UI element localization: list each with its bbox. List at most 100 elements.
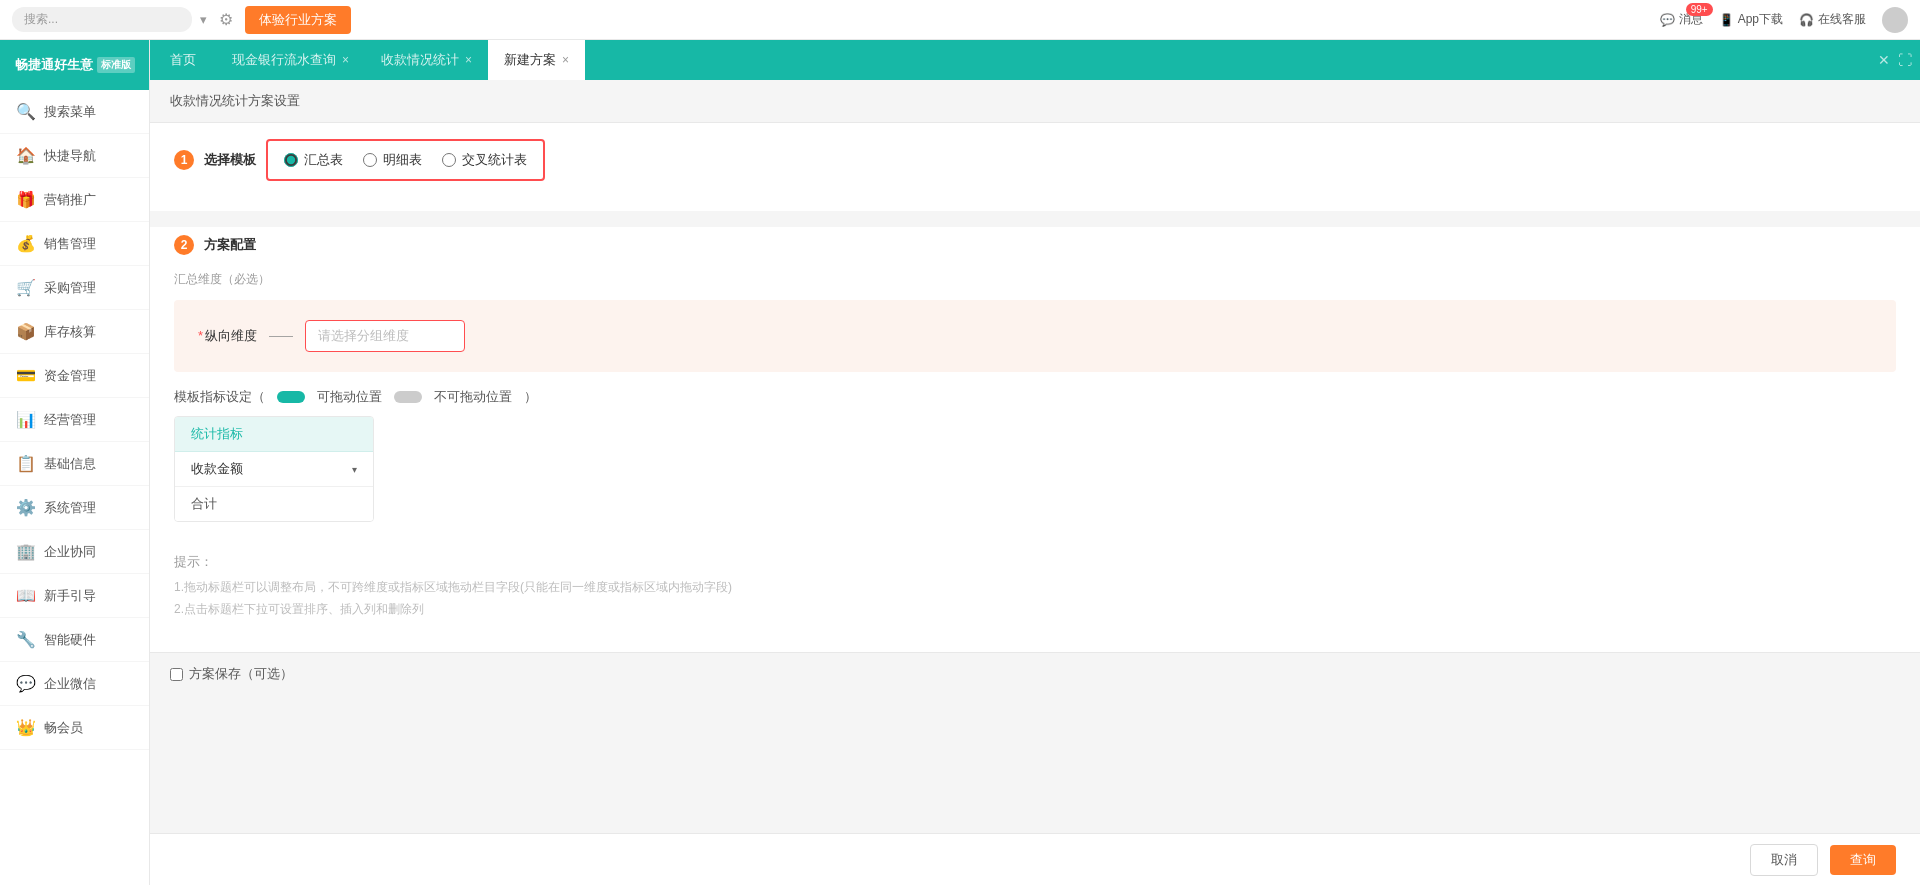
non-draggable-label: 不可拖动位置 xyxy=(434,388,512,406)
gear-icon[interactable]: ⚙ xyxy=(219,10,233,29)
sidebar-item-smart-hw[interactable]: 🔧 智能硬件 xyxy=(0,618,149,662)
online-service-action[interactable]: 🎧 在线客服 xyxy=(1799,11,1866,28)
enterprise-icon: 🏢 xyxy=(16,542,36,561)
sidebar-item-label: 新手引导 xyxy=(44,587,96,605)
tab-new-plan[interactable]: 新建方案 × xyxy=(488,40,585,80)
header-right-actions: 💬 消息 99+ 📱 App下载 🎧 在线客服 xyxy=(1660,7,1908,33)
download-label: App下载 xyxy=(1738,11,1783,28)
system-icon: ⚙️ xyxy=(16,498,36,517)
metric-total-row: 合计 xyxy=(175,486,373,521)
metrics-section: 模板指标设定（ 可拖动位置 不可拖动位置 ） 统计指标 收款金额 ▾ xyxy=(174,388,1896,525)
page-header: 收款情况统计方案设置 xyxy=(150,80,1920,123)
page-footer: 方案保存（可选） xyxy=(150,652,1920,695)
radio-cross-input[interactable] xyxy=(442,153,456,167)
sidebar-item-label: 系统管理 xyxy=(44,499,96,517)
sidebar-item-purchase[interactable]: 🛒 采购管理 xyxy=(0,266,149,310)
metric-dropdown-icon[interactable]: ▾ xyxy=(352,464,357,475)
tab-bank-flow-label: 现金银行流水查询 xyxy=(232,51,336,69)
metrics-close-paren: ） xyxy=(524,388,537,406)
step2-number: 2 xyxy=(174,235,194,255)
query-button[interactable]: 查询 xyxy=(1830,845,1896,875)
radio-detail-label: 明细表 xyxy=(383,151,422,169)
radio-summary-label: 汇总表 xyxy=(304,151,343,169)
sidebar-item-label: 采购管理 xyxy=(44,279,96,297)
purchase-icon: 🛒 xyxy=(16,278,36,297)
save-option[interactable]: 方案保存（可选） xyxy=(170,665,1900,683)
notification-badge: 99+ xyxy=(1686,3,1713,16)
metrics-table: 统计指标 收款金额 ▾ 合计 xyxy=(174,416,374,522)
template-selection-box: 汇总表 明细表 交叉统计表 xyxy=(266,139,545,181)
sidebar-item-weixin[interactable]: 💬 企业微信 xyxy=(0,662,149,706)
tab-home-label: 首页 xyxy=(170,51,196,69)
radio-summary[interactable]: 汇总表 xyxy=(284,151,343,169)
breadcrumb: 收款情况统计方案设置 xyxy=(170,93,300,108)
dropdown-arrow-icon[interactable]: ▾ xyxy=(200,12,207,27)
sidebar-item-label: 搜索菜单 xyxy=(44,103,96,121)
save-checkbox[interactable] xyxy=(170,668,183,681)
finance-icon: 💳 xyxy=(16,366,36,385)
sidebar-item-member[interactable]: 👑 畅会员 xyxy=(0,706,149,750)
sidebar-item-marketing[interactable]: 🎁 营销推广 xyxy=(0,178,149,222)
sidebar-item-basic-info[interactable]: 📋 基础信息 xyxy=(0,442,149,486)
sales-icon: 💰 xyxy=(16,234,36,253)
window-maximize-icon[interactable]: ⛶ xyxy=(1898,52,1912,68)
sidebar-item-search[interactable]: 🔍 搜索菜单 xyxy=(0,90,149,134)
metric-name-cell[interactable]: 收款金额 ▾ xyxy=(175,452,373,486)
sidebar-item-label: 库存核算 xyxy=(44,323,96,341)
section-template: 1 选择模板 汇总表 明细表 xyxy=(150,123,1920,211)
inventory-icon: 📦 xyxy=(16,322,36,341)
metrics-header: 模板指标设定（ 可拖动位置 不可拖动位置 ） xyxy=(174,388,1896,406)
stats-label: 统计指标 xyxy=(191,426,243,441)
sidebar-item-operations[interactable]: 📊 经营管理 xyxy=(0,398,149,442)
sidebar-logo: 畅捷通好生意 标准版 xyxy=(0,40,149,90)
radio-cross-label: 交叉统计表 xyxy=(462,151,527,169)
tab-new-plan-close[interactable]: × xyxy=(562,54,569,66)
tab-bank-flow-close[interactable]: × xyxy=(342,54,349,66)
sidebar-item-newbie[interactable]: 📖 新手引导 xyxy=(0,574,149,618)
sidebar-item-label: 销售管理 xyxy=(44,235,96,253)
user-avatar[interactable] xyxy=(1882,7,1908,33)
sidebar-item-label: 畅会员 xyxy=(44,719,83,737)
version-badge: 标准版 xyxy=(97,57,135,73)
sidebar-item-sales[interactable]: 💰 销售管理 xyxy=(0,222,149,266)
non-draggable-indicator xyxy=(394,391,422,403)
sidebar-item-label: 快捷导航 xyxy=(44,147,96,165)
cancel-button[interactable]: 取消 xyxy=(1750,844,1818,876)
dimension-placeholder: 请选择分组维度 xyxy=(318,328,409,343)
page-content: 收款情况统计方案设置 1 选择模板 汇总表 xyxy=(150,80,1920,833)
tab-bar-end: ✕ ⛶ xyxy=(1878,52,1920,68)
sidebar-item-finance[interactable]: 💳 资金管理 xyxy=(0,354,149,398)
sidebar-item-system[interactable]: ⚙️ 系统管理 xyxy=(0,486,149,530)
sidebar-item-label: 资金管理 xyxy=(44,367,96,385)
sidebar-item-label: 营销推广 xyxy=(44,191,96,209)
sidebar-item-enterprise[interactable]: 🏢 企业协同 xyxy=(0,530,149,574)
radio-cross[interactable]: 交叉统计表 xyxy=(442,151,527,169)
dimension-area: *纵向维度 —— 请选择分组维度 xyxy=(174,300,1896,372)
radio-detail[interactable]: 明细表 xyxy=(363,151,422,169)
search-bar[interactable]: 搜索... xyxy=(12,7,192,32)
window-close-icon[interactable]: ✕ xyxy=(1878,52,1890,68)
app-download-action[interactable]: 📱 App下载 xyxy=(1719,11,1783,28)
sidebar-item-label: 经营管理 xyxy=(44,411,96,429)
sidebar-item-quick-nav[interactable]: 🏠 快捷导航 xyxy=(0,134,149,178)
radio-summary-input[interactable] xyxy=(284,153,298,167)
step1-title: 选择模板 xyxy=(204,151,256,169)
top-header: 搜索... ▾ ⚙ 体验行业方案 💬 消息 99+ 📱 App下载 🎧 在线客服 xyxy=(0,0,1920,40)
newbie-icon: 📖 xyxy=(16,586,36,605)
vertical-label: *纵向维度 xyxy=(198,327,257,345)
tab-home[interactable]: 首页 xyxy=(150,40,216,80)
notification-action[interactable]: 💬 消息 99+ xyxy=(1660,11,1703,28)
sidebar-item-label: 基础信息 xyxy=(44,455,96,473)
sidebar-item-inventory[interactable]: 📦 库存核算 xyxy=(0,310,149,354)
sidebar-item-label: 企业微信 xyxy=(44,675,96,693)
service-icon: 🎧 xyxy=(1799,13,1814,27)
tab-bank-flow[interactable]: 现金银行流水查询 × xyxy=(216,40,365,80)
step1-number: 1 xyxy=(174,150,194,170)
tab-receipt-stat-label: 收款情况统计 xyxy=(381,51,459,69)
tab-receipt-stat[interactable]: 收款情况统计 × xyxy=(365,40,488,80)
trial-button[interactable]: 体验行业方案 xyxy=(245,6,351,34)
radio-detail-input[interactable] xyxy=(363,153,377,167)
dimension-select[interactable]: 请选择分组维度 xyxy=(305,320,465,352)
tab-receipt-stat-close[interactable]: × xyxy=(465,54,472,66)
metric-row-label: 合计 xyxy=(191,496,217,511)
